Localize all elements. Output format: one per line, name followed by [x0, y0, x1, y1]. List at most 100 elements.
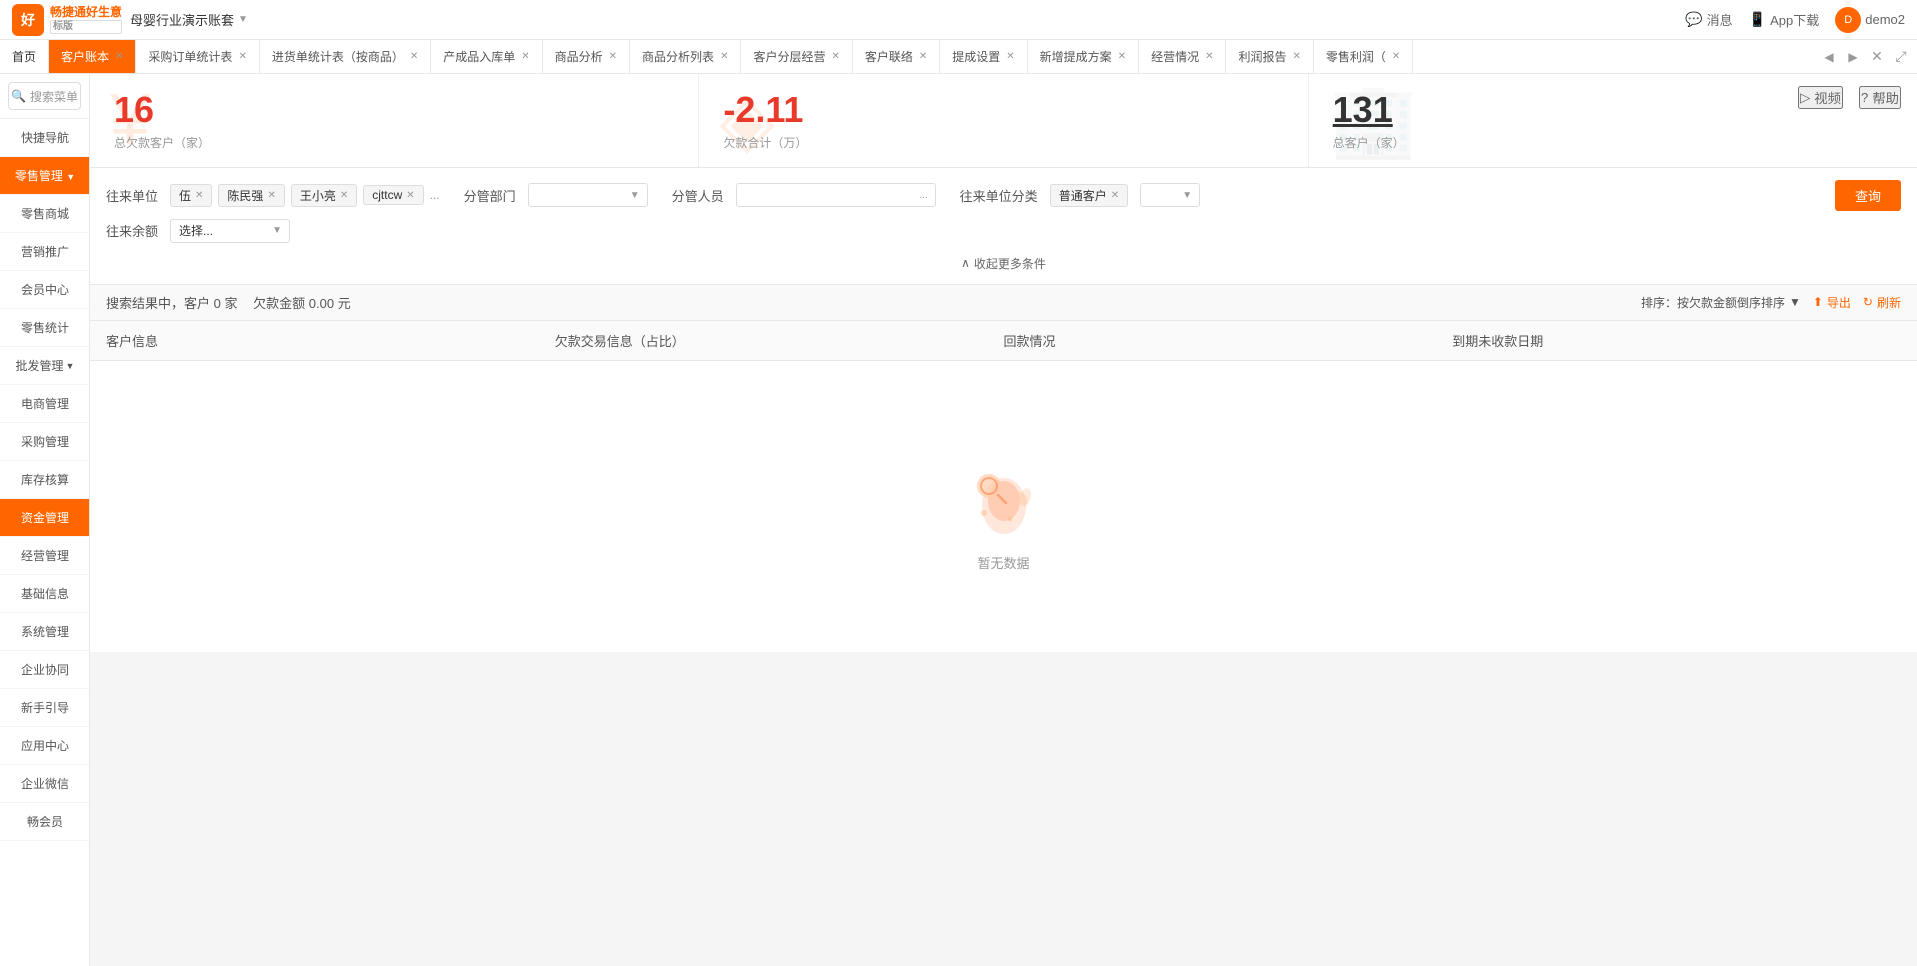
sidebar-item-ecommerce-label: 电商管理: [21, 397, 69, 411]
tab-new-prompt[interactable]: 新增提成方案 ✕: [1028, 40, 1139, 74]
tab-bar: 首页 客户账本 ✕ 采购订单统计表 ✕ 进货单统计表（按商品） ✕ 产成品入库单…: [0, 40, 1917, 74]
sidebar-item-retail-mall[interactable]: 零售商城: [0, 195, 90, 233]
balance-select[interactable]: 选择...: [170, 219, 290, 243]
sidebar-item-app-center[interactable]: 应用中心: [0, 727, 90, 765]
tab-profit-report[interactable]: 利润报告 ✕: [1226, 40, 1313, 74]
sidebar-item-purchase[interactable]: 采购管理: [0, 423, 90, 461]
sidebar-item-retail-mgmt[interactable]: 零售管理 ▼: [0, 157, 90, 195]
collapse-button[interactable]: ∧ 收起更多条件: [961, 255, 1046, 272]
tab-fullscreen[interactable]: ⤢: [1891, 47, 1911, 67]
tab-customers[interactable]: 客户账本 ✕: [49, 40, 136, 74]
tab-retail-profit[interactable]: 零售利润（ ✕: [1314, 40, 1413, 74]
tab-operations[interactable]: 经营情况 ✕: [1139, 40, 1226, 74]
sidebar-item-enterprise-collab[interactable]: 企业协同: [0, 651, 90, 689]
tab-prompt-settings-label: 提成设置: [952, 48, 1000, 65]
message-button[interactable]: 💬 消息: [1685, 10, 1732, 29]
refresh-button[interactable]: ↻ 刷新: [1863, 294, 1901, 311]
tab-product-analysis-list[interactable]: 商品分析列表 ✕: [630, 40, 741, 74]
unit-class-select[interactable]: [1140, 183, 1200, 207]
tab-next-arrow[interactable]: ▶: [1843, 47, 1863, 67]
app-version: 标版: [50, 20, 122, 34]
sidebar-search-button[interactable]: 🔍 搜索菜单: [8, 82, 81, 110]
person-filter-label: 分管人员: [672, 186, 724, 205]
empty-state: 暂无数据: [90, 361, 1917, 652]
sidebar-item-new-guide[interactable]: 新手引导: [0, 689, 90, 727]
sidebar-item-member-center[interactable]: 会员中心: [0, 271, 90, 309]
tab-customer-contacts[interactable]: 客户联络 ✕: [853, 40, 940, 74]
sidebar-item-vip-member-label: 畅会员: [27, 815, 63, 829]
app-name: 畅捷通好生意: [50, 5, 122, 19]
user-profile[interactable]: D demo2: [1835, 7, 1905, 33]
filter-more-tags[interactable]: ...: [430, 188, 440, 202]
tab-purchase-orders-close[interactable]: ✕: [238, 51, 246, 62]
export-button[interactable]: ⬆ 导出: [1813, 294, 1851, 311]
sidebar-item-wholesale-label: 批发管理: [16, 357, 64, 374]
filter-tag-cjttcw-close[interactable]: ✕: [406, 190, 414, 201]
refresh-icon: ↻: [1863, 295, 1873, 309]
sidebar-item-vip-member[interactable]: 畅会员: [0, 803, 90, 841]
stat-label-debt-total: 欠款合计（万）: [723, 134, 1283, 151]
app-download-button[interactable]: 📱 App下载: [1749, 10, 1820, 29]
filter-tag-chen-close[interactable]: ✕: [267, 190, 275, 201]
sidebar-item-enterprise-wechat[interactable]: 企业微信: [0, 765, 90, 803]
tab-customer-segments[interactable]: 客户分层经营 ✕: [741, 40, 852, 74]
tab-product-inbound-close[interactable]: ✕: [521, 51, 529, 62]
sidebar-item-ecommerce[interactable]: 电商管理: [0, 385, 90, 423]
tab-product-analysis[interactable]: 商品分析 ✕: [543, 40, 630, 74]
filter-tag-wang-close[interactable]: ✕: [340, 190, 348, 201]
stat-card-debt-total: ◈ -2.11 欠款合计（万）: [699, 74, 1308, 167]
tab-operations-close[interactable]: ✕: [1205, 51, 1213, 62]
sidebar-search-label: 搜索菜单: [30, 88, 78, 105]
sidebar-item-inventory[interactable]: 库存核算: [0, 461, 90, 499]
sidebar-item-retail-stats[interactable]: 零售统计: [0, 309, 90, 347]
person-select[interactable]: [736, 183, 936, 207]
sort-selector[interactable]: 排序：按欠款金额倒序排序 ▼: [1641, 294, 1801, 311]
query-button[interactable]: 查询: [1835, 180, 1901, 211]
sidebar-item-basic-info[interactable]: 基础信息: [0, 575, 90, 613]
tab-prompt-settings[interactable]: 提成设置 ✕: [940, 40, 1027, 74]
tab-customer-segments-close[interactable]: ✕: [831, 51, 839, 62]
table-area: 客户信息 欠款交易信息（占比） 回款情况 到期未收款日期: [90, 321, 1917, 652]
sidebar-item-finance[interactable]: 资金管理: [0, 499, 90, 537]
enterprise-dropdown-icon[interactable]: ▼: [238, 14, 248, 25]
tab-profit-report-close[interactable]: ✕: [1293, 51, 1301, 62]
sidebar-item-sys[interactable]: 系统管理: [0, 613, 90, 651]
empty-text: 暂无数据: [977, 553, 1029, 572]
tab-close-all[interactable]: ✕: [1867, 47, 1887, 67]
tab-product-analysis-close[interactable]: ✕: [609, 51, 617, 62]
main-layout: 🔍 搜索菜单 快捷导航 零售管理 ▼ 零售商城 营销推广 会员中心 零售统计 批…: [0, 74, 1917, 966]
tab-customers-close[interactable]: ✕: [115, 51, 123, 62]
tab-purchase-orders[interactable]: 采购订单统计表 ✕: [136, 40, 259, 74]
filter-tag-normal-customer: 普通客户 ✕: [1050, 184, 1128, 207]
tab-bar-arrows: ◀ ▶ ✕ ⤢: [1813, 47, 1917, 67]
tab-prev-arrow[interactable]: ◀: [1819, 47, 1839, 67]
tab-product-analysis-list-close[interactable]: ✕: [720, 51, 728, 62]
table-header: 客户信息 欠款交易信息（占比） 回款情况 到期未收款日期: [90, 321, 1917, 361]
tab-goods-stats[interactable]: 进货单统计表（按商品） ✕: [260, 40, 431, 74]
sidebar-search-area: 🔍 搜索菜单: [0, 74, 89, 119]
filter-bar: 往来单位 伍 ✕ 陈民强 ✕ 王小亮 ✕ cjttcw: [90, 168, 1917, 285]
tab-product-inbound[interactable]: 产成品入库单 ✕: [431, 40, 542, 74]
tab-goods-stats-close[interactable]: ✕: [410, 51, 418, 62]
tab-home[interactable]: 首页: [0, 40, 49, 74]
filter-tag-normal-customer-close[interactable]: ✕: [1111, 190, 1119, 201]
tab-customer-contacts-close[interactable]: ✕: [919, 51, 927, 62]
tab-prompt-settings-close[interactable]: ✕: [1006, 51, 1014, 62]
sidebar-item-enterprise-collab-label: 企业协同: [21, 663, 69, 677]
sidebar-item-wholesale[interactable]: 批发管理 ▼: [0, 347, 90, 385]
dept-select[interactable]: [528, 183, 648, 207]
sidebar-item-marketing[interactable]: 营销推广: [0, 233, 90, 271]
debt-label: 欠款金额: [253, 296, 305, 311]
filter-tag-wu-close[interactable]: ✕: [195, 190, 203, 201]
enterprise-selector[interactable]: 母婴行业演示账套 ▼: [130, 10, 248, 29]
stat-label-debt-customers: 总欠款客户（家）: [114, 134, 674, 151]
filter-collapse-row: ∧ 收起更多条件: [106, 251, 1901, 272]
tab-product-analysis-label: 商品分析: [555, 48, 603, 65]
search-icon: 🔍: [11, 89, 26, 103]
content-area: ¥ 16 总欠款客户（家） ◈ -2.11 欠款合计（万） 🏢 131 总客户（…: [90, 74, 1917, 966]
tab-retail-profit-close[interactable]: ✕: [1392, 51, 1400, 62]
tab-new-prompt-close[interactable]: ✕: [1118, 51, 1126, 62]
sidebar-quick-nav[interactable]: 快捷导航: [0, 119, 90, 157]
sidebar-item-ops-label: 经营管理: [21, 549, 69, 563]
sidebar-item-ops[interactable]: 经营管理: [0, 537, 90, 575]
